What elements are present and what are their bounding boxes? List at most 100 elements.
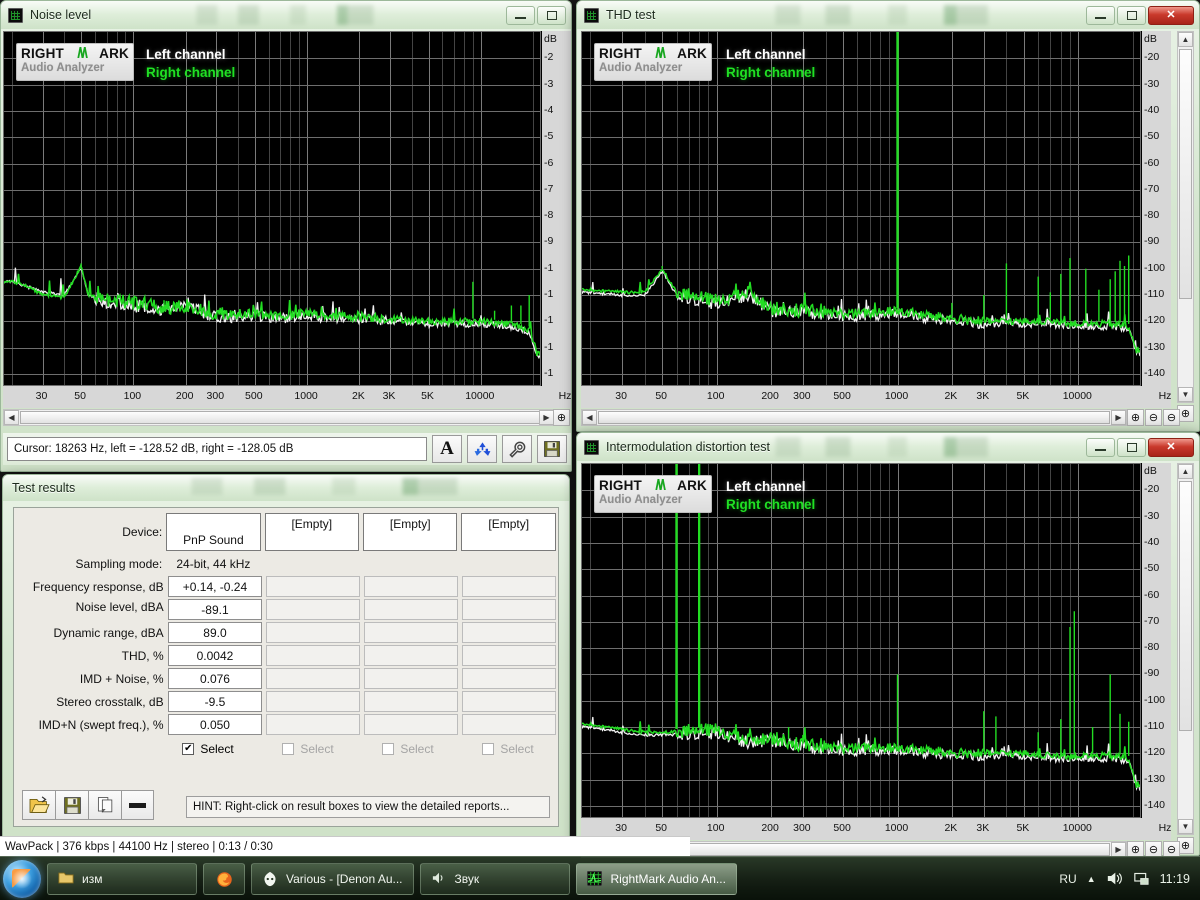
- result-cell-value[interactable]: 0.050: [167, 714, 263, 735]
- vertical-scrollbar-thd[interactable]: ▲ ▼: [1177, 31, 1194, 403]
- save-results-button[interactable]: [55, 790, 88, 820]
- window-controls-imd[interactable]: ✕: [1086, 437, 1197, 457]
- scroll-thumb-noise[interactable]: [20, 411, 540, 424]
- minimize-button-thd[interactable]: [1086, 5, 1115, 25]
- window-thd-test[interactable]: THD test ✕ RIGHT /\/\ ARK Audio Analyzer…: [576, 0, 1200, 432]
- maximize-button-noise[interactable]: [537, 5, 566, 25]
- scroll-down-button-imd[interactable]: ▼: [1178, 819, 1193, 834]
- close-button-thd[interactable]: ✕: [1148, 5, 1194, 25]
- result-cell-value[interactable]: 0.0042: [167, 645, 263, 666]
- volume-icon[interactable]: [1106, 871, 1123, 886]
- result-cell-value[interactable]: +0.14, -0.24: [167, 576, 263, 597]
- spectrum-graph-imd[interactable]: RIGHT /\/\ ARK Audio Analyzer Left chann…: [581, 463, 1141, 818]
- titlebar-thd-test[interactable]: THD test ✕: [577, 1, 1199, 29]
- zoom-in-button-noise[interactable]: ⊕: [553, 409, 570, 426]
- select-checkbox-1[interactable]: Select: [258, 742, 358, 756]
- zoom-out-button-thd[interactable]: ⊖: [1145, 409, 1162, 426]
- scroll-left-button-noise[interactable]: ◀: [4, 410, 19, 425]
- result-cell-empty[interactable]: [364, 645, 459, 666]
- result-cell-empty[interactable]: [462, 576, 556, 597]
- horizontal-scrollbar-thd[interactable]: ◀ ▶: [581, 409, 1127, 426]
- window-noise-level[interactable]: Noise level RIGHT /\/\ ARK Audio Analyze…: [0, 0, 572, 472]
- titlebar-imd-test[interactable]: Intermodulation distortion test ✕: [577, 433, 1199, 461]
- open-results-button[interactable]: [22, 790, 55, 820]
- window-controls-noise[interactable]: [506, 5, 569, 25]
- vertical-scrollbar-imd[interactable]: ▲ ▼: [1177, 463, 1194, 835]
- system-tray[interactable]: RU ▲ 11:19: [1059, 871, 1200, 886]
- select-checkbox-3[interactable]: Select: [458, 742, 558, 756]
- taskbar-item-0[interactable]: изм: [47, 862, 197, 895]
- result-cell-value[interactable]: -89.1: [167, 599, 263, 620]
- minimize-button-imd[interactable]: [1086, 437, 1115, 457]
- result-cell-empty[interactable]: [266, 576, 361, 597]
- copy-results-button[interactable]: [88, 790, 121, 820]
- scroll-down-button-thd[interactable]: ▼: [1178, 387, 1193, 402]
- result-cell-empty[interactable]: [364, 599, 459, 620]
- titlebar-noise-level[interactable]: Noise level: [1, 1, 571, 29]
- result-cell-empty[interactable]: [462, 622, 556, 643]
- scroll-up-button-imd[interactable]: ▲: [1178, 464, 1193, 479]
- scroll-left-button-thd[interactable]: ◀: [582, 410, 597, 425]
- result-cell-value[interactable]: -9.5: [167, 691, 263, 712]
- result-cell-empty[interactable]: [266, 622, 361, 643]
- result-cell-empty[interactable]: [266, 599, 361, 620]
- titlebar-test-results[interactable]: Test results: [3, 475, 569, 501]
- zoom-reset-button-thd[interactable]: ⊖: [1163, 409, 1180, 426]
- result-cell-empty[interactable]: [364, 668, 459, 689]
- taskbar[interactable]: изм Various - [Denon Au... Звук RightMark A…: [0, 856, 1200, 900]
- result-cell-empty[interactable]: [266, 714, 361, 735]
- select-checkbox-2[interactable]: Select: [358, 742, 458, 756]
- result-cell-empty[interactable]: [462, 645, 556, 666]
- select-checkbox-0[interactable]: ✔ Select: [158, 742, 258, 756]
- refresh-icon-button[interactable]: [467, 435, 497, 463]
- minimize-button-noise[interactable]: [506, 5, 535, 25]
- maximize-button-thd[interactable]: [1117, 5, 1146, 25]
- taskbar-item-4[interactable]: RightMark Audio An...: [575, 862, 737, 895]
- settings-wrench-button[interactable]: [502, 435, 532, 463]
- taskbar-item-1[interactable]: [203, 862, 245, 895]
- result-cell-empty[interactable]: [266, 691, 361, 712]
- maximize-button-imd[interactable]: [1117, 437, 1146, 457]
- show-hidden-icons-button[interactable]: ▲: [1087, 874, 1096, 884]
- checkbox-icon[interactable]: [382, 743, 395, 755]
- checkbox-icon[interactable]: [482, 743, 495, 755]
- device-cell-0[interactable]: PnP Sound: [166, 513, 261, 551]
- device-cell-1[interactable]: [Empty]: [264, 513, 360, 551]
- result-cell-empty[interactable]: [462, 691, 556, 712]
- font-icon-button[interactable]: A: [432, 435, 462, 463]
- horizontal-scrollbar-noise[interactable]: ◀ ▶: [3, 409, 555, 426]
- device-cell-3[interactable]: [Empty]: [461, 513, 556, 551]
- tray-language[interactable]: RU: [1059, 872, 1076, 886]
- scroll-thumb-v-imd[interactable]: [1179, 481, 1192, 731]
- zoom-in-button-thd[interactable]: ⊕: [1127, 409, 1144, 426]
- spectrum-graph-noise[interactable]: RIGHT /\/\ ARK Audio Analyzer Left chann…: [3, 31, 541, 386]
- result-cell-value[interactable]: 89.0: [167, 622, 263, 643]
- result-cell-empty[interactable]: [364, 714, 459, 735]
- start-button[interactable]: [3, 859, 41, 898]
- result-cell-empty[interactable]: [364, 576, 459, 597]
- result-cell-empty[interactable]: [266, 645, 361, 666]
- result-cell-value[interactable]: 0.076: [167, 668, 263, 689]
- window-test-results[interactable]: Test results Device: PnP Sound [Empty] […: [2, 474, 570, 838]
- remove-results-button[interactable]: [121, 790, 154, 820]
- taskbar-item-2[interactable]: Various - [Denon Au...: [251, 862, 414, 895]
- scroll-thumb-v-thd[interactable]: [1179, 49, 1192, 299]
- result-cell-empty[interactable]: [462, 714, 556, 735]
- result-cell-empty[interactable]: [462, 668, 556, 689]
- checkbox-icon[interactable]: ✔: [182, 743, 195, 755]
- window-controls-thd[interactable]: ✕: [1086, 5, 1197, 25]
- close-button-imd[interactable]: ✕: [1148, 437, 1194, 457]
- result-cell-empty[interactable]: [266, 668, 361, 689]
- taskbar-item-3[interactable]: Звук: [419, 862, 570, 895]
- scroll-thumb-h-thd[interactable]: [598, 411, 1110, 424]
- scroll-up-button-thd[interactable]: ▲: [1178, 32, 1193, 47]
- results-toolbar[interactable]: [22, 790, 154, 820]
- result-cell-empty[interactable]: [364, 691, 459, 712]
- scroll-right-button-thd[interactable]: ▶: [1111, 410, 1126, 425]
- scroll-right-button-noise[interactable]: ▶: [539, 410, 554, 425]
- checkbox-icon[interactable]: [282, 743, 295, 755]
- scroll-right-button-imd[interactable]: ▶: [1111, 842, 1126, 857]
- network-icon[interactable]: [1133, 871, 1150, 886]
- spectrum-graph-thd[interactable]: RIGHT /\/\ ARK Audio Analyzer Left chann…: [581, 31, 1141, 386]
- save-icon-button[interactable]: [537, 435, 567, 463]
